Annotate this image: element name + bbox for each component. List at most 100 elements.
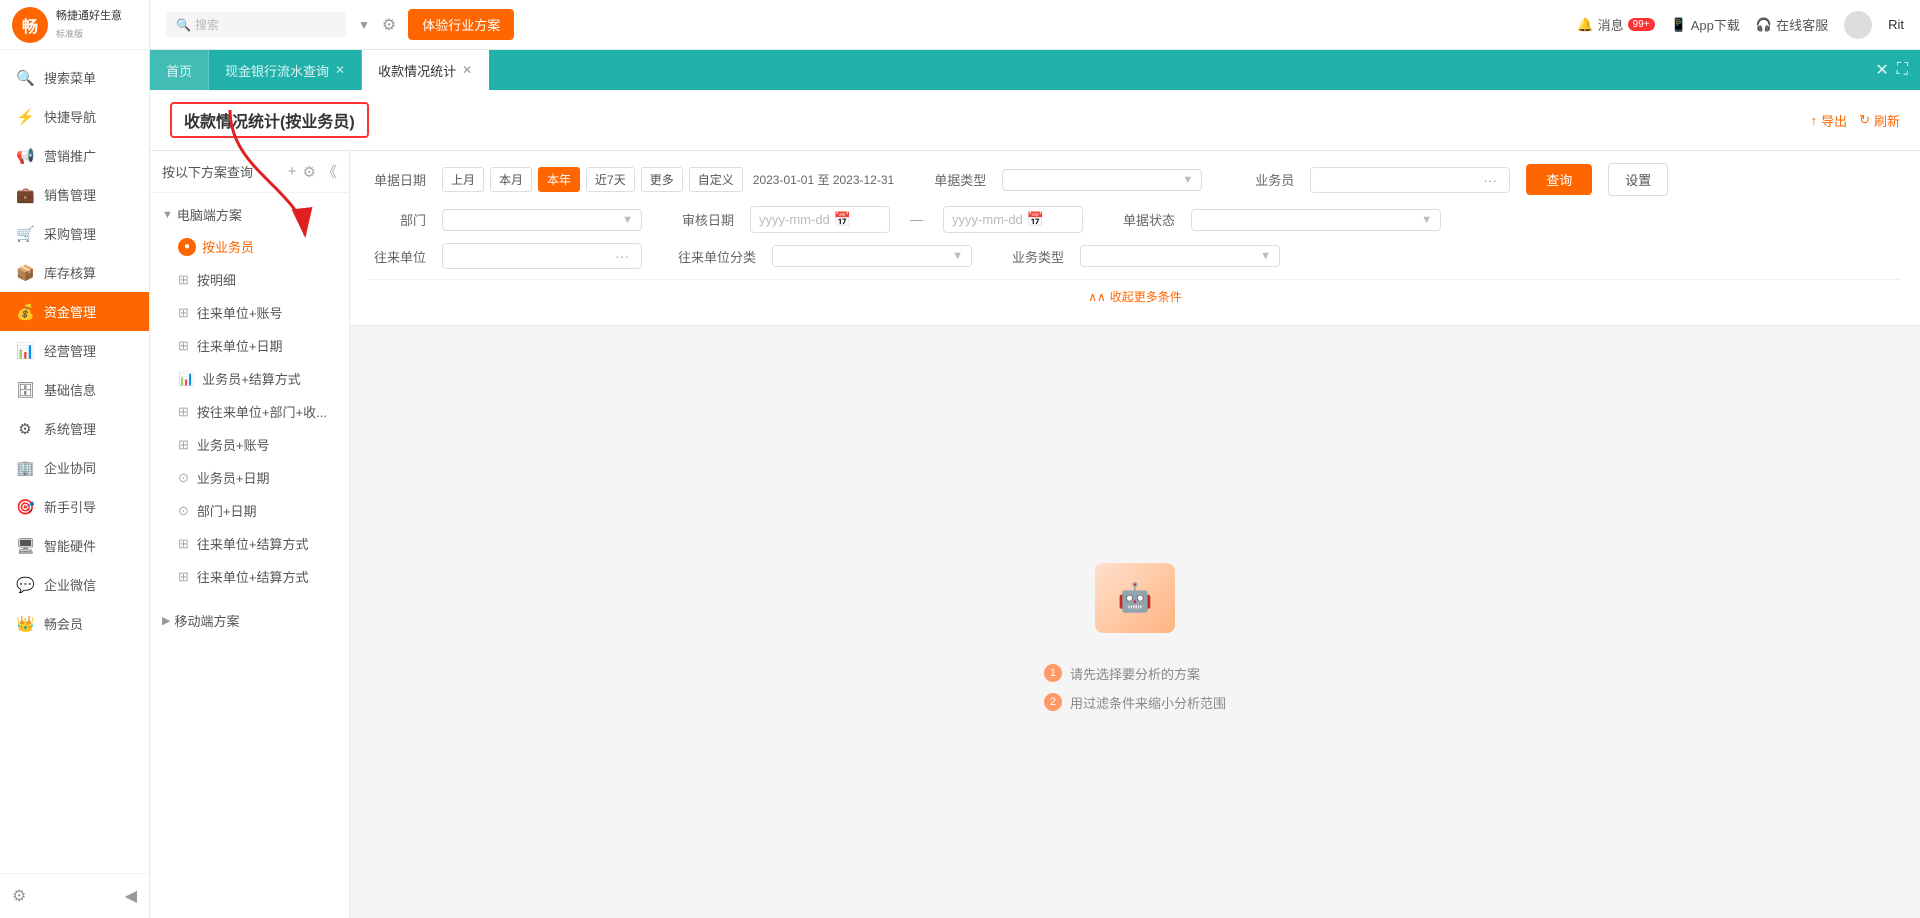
tree-item-partner-payment2[interactable]: ⊞ 往来单位+结算方式 — [150, 560, 349, 593]
tree-item-by-detail[interactable]: ⊞ 按明细 — [150, 263, 349, 296]
sidebar-item-label: 企业协同 — [44, 458, 96, 477]
sidebar-item-member[interactable]: 👑 畅会员 — [0, 604, 149, 643]
user-name: Rit — [1888, 17, 1904, 32]
sidebar-item-operations[interactable]: 📊 经营管理 — [0, 331, 149, 370]
tab-bank-close-icon[interactable]: ✕ — [335, 63, 345, 77]
tree-item-salesperson-date[interactable]: ⊙ 业务员+日期 — [150, 461, 349, 494]
operations-icon: 📊 — [16, 342, 34, 360]
topbar-search[interactable]: 🔍 搜索 — [166, 12, 346, 37]
refresh-button[interactable]: ↻ 刷新 — [1859, 111, 1900, 130]
messages-button[interactable]: 🔔 消息 99+ — [1577, 15, 1654, 34]
department-select[interactable]: ▼ — [442, 209, 642, 231]
tree-item-partner-account[interactable]: ⊞ 往来单位+账号 — [150, 296, 349, 329]
page-title: 收款情况统计(按业务员) — [184, 114, 355, 131]
review-date-start-input[interactable]: yyyy-mm-dd 📅 — [750, 206, 890, 233]
sidebar-item-quicknav[interactable]: ⚡ 快捷导航 — [0, 97, 149, 136]
partner-payment1-icon: ⊞ — [178, 536, 189, 552]
calendar-end-icon[interactable]: 📅 — [1027, 211, 1044, 228]
tree-item-partner-date[interactable]: ⊞ 往来单位+日期 — [150, 329, 349, 362]
sidebar-item-label: 经营管理 — [44, 341, 96, 360]
doc-status-select[interactable]: ▼ — [1191, 209, 1441, 231]
sidebar-item-system[interactable]: ⚙ 系统管理 — [0, 409, 149, 448]
bell-icon: 🔔 — [1577, 17, 1593, 33]
export-button[interactable]: ↑ 导出 — [1811, 111, 1848, 130]
tree-item-dept-date[interactable]: ⊙ 部门+日期 — [150, 494, 349, 527]
sidebar-item-label: 营销推广 — [44, 146, 96, 165]
sales-icon: 💼 — [16, 186, 34, 204]
tree-item-salesperson-account[interactable]: ⊞ 业务员+账号 — [150, 428, 349, 461]
tab-close-window-icon[interactable]: ✕ — [1875, 60, 1888, 80]
partner-category-select[interactable]: ▼ — [772, 245, 972, 267]
sidebar-item-finance[interactable]: 💰 资金管理 — [0, 292, 149, 331]
sidebar-item-inventory[interactable]: 📦 库存核算 — [0, 253, 149, 292]
collapse-filters-bar[interactable]: ∧∧ 收起更多条件 — [370, 279, 1900, 313]
filter-area: 单据日期 上月 本月 本年 近7天 更多 自定义 2023-01-01 至 20… — [350, 151, 1920, 326]
enterprise-icon: 🏢 — [16, 459, 34, 477]
more-btn[interactable]: 更多 — [641, 167, 683, 192]
tree-expand-icon: ▼ — [162, 209, 173, 221]
filter-row-1: 单据日期 上月 本月 本年 近7天 更多 自定义 2023-01-01 至 20… — [370, 163, 1900, 196]
date-label: 单据日期 — [370, 170, 426, 189]
last7-btn[interactable]: 近7天 — [586, 167, 635, 192]
results-area: 🤖 1 请先选择要分析的方案 2 用过滤条件来缩小分析范围 — [350, 326, 1920, 918]
tab-home[interactable]: 首页 — [150, 50, 209, 90]
tree-parent-mobile[interactable]: ▶ 移动端方案 — [150, 605, 349, 636]
sidebar-item-marketing[interactable]: 📢 营销推广 — [0, 136, 149, 175]
tree-item-partner-dept-receipt[interactable]: ⊞ 按往来单位+部门+收... — [150, 395, 349, 428]
sidebar-collapse-btn[interactable]: ◀ — [125, 886, 137, 906]
tab-bank[interactable]: 现金银行流水查询 ✕ — [209, 50, 362, 90]
sidebar-item-guide[interactable]: 🎯 新手引导 — [0, 487, 149, 526]
user-avatar[interactable] — [1844, 11, 1872, 39]
last-month-btn[interactable]: 上月 — [442, 167, 484, 192]
salesperson-select[interactable]: ··· — [1310, 167, 1510, 193]
tab-maximize-icon[interactable]: ⛶ — [1897, 61, 1908, 79]
partner-payment2-icon: ⊞ — [178, 569, 189, 585]
sidebar-item-sales[interactable]: 💼 销售管理 — [0, 175, 149, 214]
sidebar-item-purchase[interactable]: 🛒 采购管理 — [0, 214, 149, 253]
partner-select[interactable]: ··· — [442, 243, 642, 269]
sidebar-item-label: 系统管理 — [44, 419, 96, 438]
app-download-button[interactable]: 📱 App下载 — [1671, 15, 1740, 34]
salesperson-more-icon[interactable]: ··· — [1483, 172, 1497, 188]
tree-parent-desktop[interactable]: ▼ 电脑端方案 — [150, 199, 349, 230]
this-month-btn[interactable]: 本月 — [490, 167, 532, 192]
custom-btn[interactable]: 自定义 — [689, 167, 743, 192]
doc-type-select[interactable]: ▼ — [1002, 169, 1202, 191]
topbar-dropdown[interactable]: ▼ — [358, 18, 370, 32]
online-service-button[interactable]: 🎧 在线客服 — [1756, 15, 1828, 34]
sidebar-item-label: 采购管理 — [44, 224, 96, 243]
query-button[interactable]: 查询 — [1526, 164, 1592, 195]
sidebar-item-search[interactable]: 🔍 搜索菜单 — [0, 58, 149, 97]
tab-receipts[interactable]: 收款情况统计 ✕ — [362, 50, 489, 90]
business-type-select[interactable]: ▼ — [1080, 245, 1280, 267]
sidebar-settings-btn[interactable]: ⚙ — [12, 886, 26, 906]
tree-item-by-salesperson[interactable]: ● 按业务员 — [150, 230, 349, 263]
partner-label: 往来单位 — [370, 247, 426, 266]
partner-more-icon[interactable]: ··· — [615, 248, 629, 264]
panel-collapse-icon[interactable]: 《 — [322, 161, 337, 182]
tip-number-1: 1 — [1044, 664, 1062, 682]
review-date-end-input[interactable]: yyyy-mm-dd 📅 — [943, 206, 1083, 233]
tree-item-salesperson-payment[interactable]: 📊 业务员+结算方式 — [150, 362, 349, 395]
service-icon: 🎧 — [1756, 17, 1772, 33]
tree-item-partner-payment1[interactable]: ⊞ 往来单位+结算方式 — [150, 527, 349, 560]
doc-status-label: 单据状态 — [1119, 210, 1175, 229]
topbar-gear-icon[interactable]: ⚙ — [382, 15, 396, 35]
this-year-btn[interactable]: 本年 — [538, 167, 580, 192]
sidebar-item-enterprise[interactable]: 🏢 企业协同 — [0, 448, 149, 487]
detail-icon: ⊞ — [178, 272, 189, 288]
filter-settings-button[interactable]: 设置 — [1608, 163, 1668, 196]
trial-industry-button[interactable]: 体验行业方案 — [408, 9, 514, 40]
add-scheme-button[interactable]: + — [288, 163, 297, 180]
sidebar-item-label: 库存核算 — [44, 263, 96, 282]
mobile-schemes-group: ▶ 移动端方案 — [150, 599, 349, 642]
sidebar-item-basic[interactable]: 🗄 基础信息 — [0, 370, 149, 409]
sidebar-item-hardware[interactable]: 🖥 智能硬件 — [0, 526, 149, 565]
tab-receipts-close-icon[interactable]: ✕ — [462, 63, 472, 77]
download-icon: 📱 — [1671, 17, 1687, 33]
basic-icon: 🗄 — [16, 381, 34, 399]
right-panel: 单据日期 上月 本月 本年 近7天 更多 自定义 2023-01-01 至 20… — [350, 151, 1920, 918]
calendar-start-icon[interactable]: 📅 — [834, 211, 851, 228]
scheme-settings-icon[interactable]: ⚙ — [303, 163, 316, 181]
sidebar-item-wechat[interactable]: 💬 企业微信 — [0, 565, 149, 604]
